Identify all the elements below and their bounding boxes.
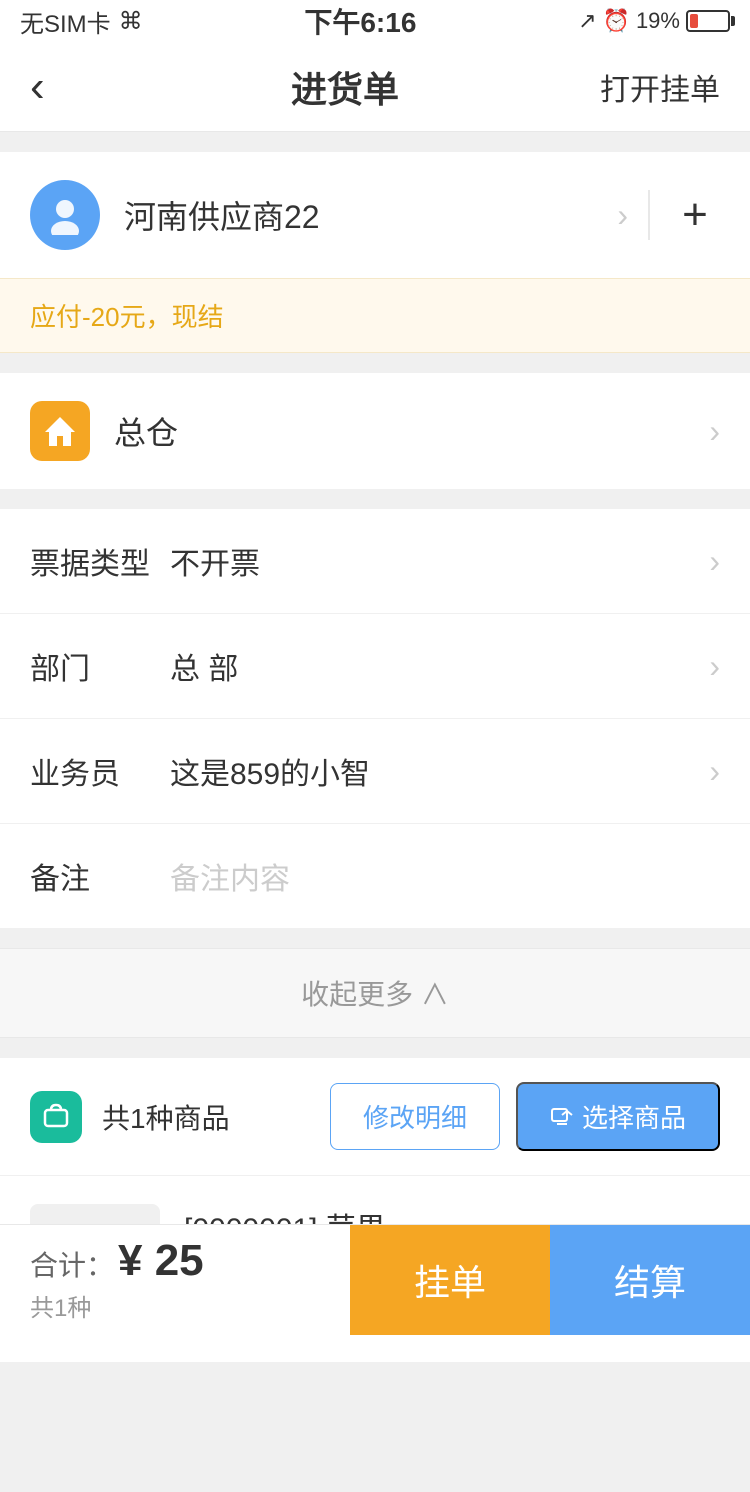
note-label: 备注 <box>30 854 150 898</box>
warehouse-name: 总仓 <box>114 408 699 454</box>
vertical-divider <box>648 190 650 240</box>
ticket-type-label: 票据类型 <box>30 539 150 583</box>
total-amount: ¥ 25 <box>118 1236 204 1286</box>
page-title: 进货单 <box>291 61 399 113</box>
back-icon: ‹ <box>30 62 45 112</box>
warehouse-section: 总仓 › <box>0 373 750 489</box>
bottom-spacer <box>0 1362 750 1492</box>
ticket-type-row[interactable]: 票据类型 不开票 › <box>0 509 750 614</box>
supplier-avatar <box>30 180 100 250</box>
supplier-section: 河南供应商22 › + 应付-20元，现结 <box>0 152 750 353</box>
home-icon <box>43 414 77 448</box>
department-row[interactable]: 部门 总 部 › <box>0 614 750 719</box>
ticket-type-value: 不开票 <box>170 539 699 583</box>
wifi-icon: ⌘ <box>119 7 143 36</box>
warehouse-icon <box>30 401 90 461</box>
checkout-button[interactable]: 结算 <box>550 1225 750 1335</box>
salesperson-value: 这是859的小智 <box>170 749 699 793</box>
add-supplier-button[interactable]: + <box>670 190 720 240</box>
supplier-name: 河南供应商22 <box>124 192 607 238</box>
salesperson-row[interactable]: 业务员 这是859的小智 › <box>0 719 750 824</box>
warehouse-row[interactable]: 总仓 › <box>0 373 750 489</box>
total-section: 合计： ¥ 25 共1种 <box>0 1236 350 1323</box>
warning-banner: 应付-20元，现结 <box>0 278 750 353</box>
time-label: 下午6:16 <box>304 1 416 41</box>
products-count: 共1种商品 <box>102 1097 330 1137</box>
collapse-button[interactable]: 收起更多 ∧ <box>0 948 750 1038</box>
note-value[interactable]: 备注内容 <box>170 854 720 898</box>
select-product-icon <box>550 1105 574 1129</box>
note-row[interactable]: 备注 备注内容 <box>0 824 750 928</box>
battery-percent: 19% <box>636 8 680 34</box>
total-label: 合计： <box>30 1244 114 1284</box>
warehouse-chevron: › <box>709 413 720 450</box>
ticket-type-chevron: › <box>709 543 720 580</box>
bottom-bar: 合计： ¥ 25 共1种 挂单 结算 <box>0 1224 750 1334</box>
cart-icon <box>41 1102 71 1132</box>
department-chevron: › <box>709 648 720 685</box>
form-section: 票据类型 不开票 › 部门 总 部 › 业务员 这是859的小智 › 备注 备注… <box>0 509 750 928</box>
hang-button[interactable]: 挂单 <box>350 1225 550 1335</box>
carrier-label: 无SIM卡 <box>20 4 111 39</box>
nav-bar: ‹ 进货单 打开挂单 <box>0 42 750 132</box>
battery-icon <box>686 10 730 32</box>
salesperson-chevron: › <box>709 753 720 790</box>
location-icon: ↗ <box>578 8 596 34</box>
select-product-label: 选择商品 <box>582 1098 686 1135</box>
person-icon <box>45 195 85 235</box>
products-icon <box>30 1091 82 1143</box>
status-bar: 无SIM卡 ⌘ 下午6:16 ↗ ⏰ 19% <box>0 0 750 42</box>
select-product-button[interactable]: 选择商品 <box>516 1082 720 1151</box>
supplier-row[interactable]: 河南供应商22 › + <box>0 152 750 278</box>
modify-detail-button[interactable]: 修改明细 <box>330 1083 500 1150</box>
supplier-chevron: › <box>617 197 628 234</box>
products-header: 共1种商品 修改明细 选择商品 <box>0 1058 750 1176</box>
battery-fill <box>690 14 698 28</box>
salesperson-label: 业务员 <box>30 749 150 793</box>
open-hang-button[interactable]: 打开挂单 <box>600 65 720 109</box>
department-value: 总 部 <box>170 644 699 688</box>
alarm-icon: ⏰ <box>603 8 630 34</box>
status-left: 无SIM卡 ⌘ <box>20 4 143 39</box>
divider-1 <box>0 132 750 152</box>
department-label: 部门 <box>30 644 150 688</box>
back-button[interactable]: ‹ <box>30 62 90 112</box>
total-count: 共1种 <box>30 1288 320 1323</box>
status-right: ↗ ⏰ 19% <box>578 8 730 34</box>
